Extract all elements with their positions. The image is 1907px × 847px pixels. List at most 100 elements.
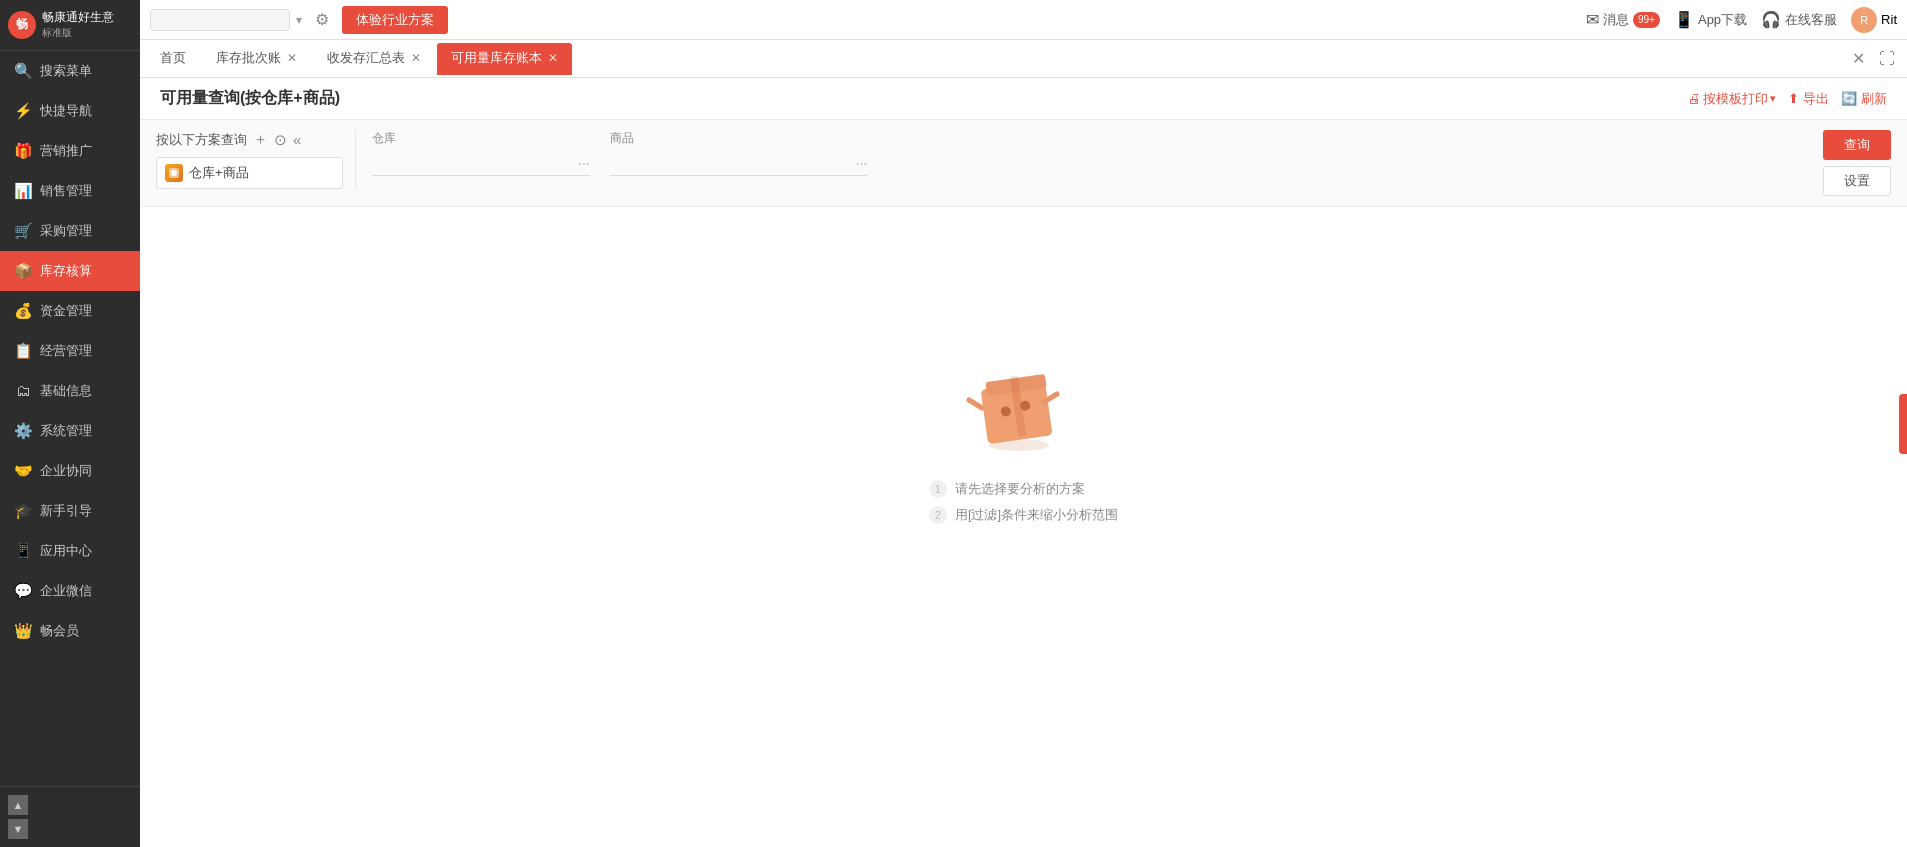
hint-num-1: 1 — [929, 480, 947, 498]
topbar-search-box[interactable] — [150, 9, 290, 31]
tabbar-close-icon[interactable]: ✕ — [1846, 45, 1871, 72]
sidebar-item-inventory[interactable]: 📦 库存核算 — [0, 251, 140, 291]
filter-area: 按以下方案查询 ＋ ⊙ « 仓库+商品 仓库 ··· — [140, 120, 1907, 207]
refresh-label: 刷新 — [1861, 90, 1887, 108]
warehouse-input[interactable] — [372, 156, 572, 171]
goods-label: 商品 — [610, 130, 868, 147]
tab-batch-close[interactable]: ✕ — [287, 51, 297, 65]
sidebar-item-marketing[interactable]: 🎁 营销推广 — [0, 131, 140, 171]
gear-icon[interactable]: ⚙ — [308, 6, 336, 34]
sidebar-item-finance[interactable]: 💰 资金管理 — [0, 291, 140, 331]
enterprise-nav-icon: 🤝 — [14, 462, 32, 480]
hint-num-2: 2 — [929, 506, 947, 524]
sidebar-item-basicinfo[interactable]: 🗂 基础信息 — [0, 371, 140, 411]
sidebar-edition: 标准版 — [42, 26, 114, 40]
scheme-option-icon — [165, 164, 183, 182]
sidebar-item-operations[interactable]: 📋 经营管理 — [0, 331, 140, 371]
filter-actions: 查询 设置 — [1823, 130, 1891, 196]
sidebar-item-system[interactable]: ⚙️ 系统管理 — [0, 411, 140, 451]
scheme-option-warehouse-goods[interactable]: 仓库+商品 — [156, 157, 343, 189]
vip-nav-icon: 👑 — [14, 622, 32, 640]
sidebar-item-search[interactable]: 🔍 搜索菜单 — [0, 51, 140, 91]
sidebar-item-wechat[interactable]: 💬 企业微信 — [0, 571, 140, 611]
finance-nav-icon: 💰 — [14, 302, 32, 320]
search-nav-icon: 🔍 — [14, 62, 32, 80]
export-button[interactable]: ⬆ 导出 — [1788, 90, 1829, 108]
phone-icon: 📱 — [1674, 10, 1694, 29]
export-icon: ⬆ — [1788, 91, 1799, 106]
page-title: 可用量查询(按仓库+商品) — [160, 88, 340, 109]
sidebar-item-vip[interactable]: 👑 畅会员 — [0, 611, 140, 651]
main-area: ▾ ⚙ 体验行业方案 ✉ 消息 99+ 📱 App下载 🎧 在线客服 R Rit — [140, 0, 1907, 847]
empty-illustration — [964, 340, 1084, 460]
page-header-actions: 🖨 按模板打印 ▾ ⬆ 导出 🔄 刷新 — [1688, 90, 1887, 108]
tab-summary[interactable]: 收发存汇总表 ✕ — [313, 43, 435, 75]
sidebar-scroll-controls: ▲ ▼ — [0, 786, 140, 847]
scheme-option-label: 仓库+商品 — [189, 164, 249, 182]
online-service-button[interactable]: 🎧 在线客服 — [1761, 10, 1837, 29]
message-button[interactable]: ✉ 消息 99+ — [1586, 10, 1660, 29]
goods-more-icon[interactable]: ··· — [856, 155, 868, 171]
settings-button[interactable]: 设置 — [1823, 166, 1891, 196]
tab-summary-close[interactable]: ✕ — [411, 51, 421, 65]
sidebar-nav: 🔍 搜索菜单 ⚡ 快捷导航 🎁 营销推广 📊 销售管理 🛒 采购管理 📦 库存核… — [0, 51, 140, 786]
tab-batch[interactable]: 库存批次账 ✕ — [202, 43, 311, 75]
sidebar-item-appcenter[interactable]: 📱 应用中心 — [0, 531, 140, 571]
sidebar-item-label-search: 搜索菜单 — [40, 62, 92, 80]
operations-nav-icon: 📋 — [14, 342, 32, 360]
sidebar-item-enterprise[interactable]: 🤝 企业协同 — [0, 451, 140, 491]
app-download-button[interactable]: 📱 App下载 — [1674, 10, 1747, 29]
user-menu[interactable]: R Rit — [1851, 7, 1897, 33]
sidebar-title-block: 畅康通好生意 标准版 — [42, 10, 114, 40]
sidebar-item-label-enterprise: 企业协同 — [40, 462, 92, 480]
empty-hints: 1 请先选择要分析的方案 2 用[过滤]条件来缩小分析范围 — [929, 480, 1118, 524]
query-button[interactable]: 查询 — [1823, 130, 1891, 160]
sidebar-item-label-marketing: 营销推广 — [40, 142, 92, 160]
search-dropdown-icon[interactable]: ▾ — [296, 13, 302, 27]
page-header: 可用量查询(按仓库+商品) 🖨 按模板打印 ▾ ⬆ 导出 🔄 刷新 — [140, 78, 1907, 120]
industry-solution-button[interactable]: 体验行业方案 — [342, 6, 448, 34]
search-input[interactable] — [159, 13, 259, 27]
sidebar-item-purchase[interactable]: 🛒 采购管理 — [0, 211, 140, 251]
scheme-settings-icon[interactable]: ⊙ — [274, 131, 287, 149]
goods-input[interactable] — [610, 156, 850, 171]
purchase-nav-icon: 🛒 — [14, 222, 32, 240]
sidebar-title: 畅康通好生意 — [42, 10, 114, 26]
filter-scheme-label: 按以下方案查询 — [156, 131, 247, 149]
sidebar-item-label-basicinfo: 基础信息 — [40, 382, 92, 400]
topbar-actions: ✉ 消息 99+ 📱 App下载 🎧 在线客服 R Rit — [1586, 7, 1897, 33]
tab-available[interactable]: 可用量库存账本 ✕ — [437, 43, 572, 75]
wechat-nav-icon: 💬 — [14, 582, 32, 600]
app-download-label: App下载 — [1698, 11, 1747, 29]
print-button[interactable]: 🖨 按模板打印 ▾ — [1688, 90, 1776, 108]
tab-available-close[interactable]: ✕ — [548, 51, 558, 65]
sidebar-logo: 畅 — [8, 11, 36, 39]
warehouse-more-icon[interactable]: ··· — [578, 155, 590, 171]
empty-hint-1: 1 请先选择要分析的方案 — [929, 480, 1118, 498]
print-icon: 🖨 — [1688, 91, 1701, 106]
page-content: 可用量查询(按仓库+商品) 🖨 按模板打印 ▾ ⬆ 导出 🔄 刷新 — [140, 78, 1907, 847]
tab-home[interactable]: 首页 — [146, 43, 200, 75]
refresh-button[interactable]: 🔄 刷新 — [1841, 90, 1887, 108]
sidebar-item-label-newuser: 新手引导 — [40, 502, 92, 520]
inventory-nav-icon: 📦 — [14, 262, 32, 280]
sidebar-item-newuser[interactable]: 🎓 新手引导 — [0, 491, 140, 531]
sidebar-scroll-down[interactable]: ▼ — [8, 819, 28, 839]
topbar: ▾ ⚙ 体验行业方案 ✉ 消息 99+ 📱 App下载 🎧 在线客服 R Rit — [140, 0, 1907, 40]
tabbar: 首页 库存批次账 ✕ 收发存汇总表 ✕ 可用量库存账本 ✕ ✕ ⛶ — [140, 40, 1907, 78]
sidebar-item-label-sales: 销售管理 — [40, 182, 92, 200]
message-label: 消息 — [1603, 11, 1629, 29]
appcenter-nav-icon: 📱 — [14, 542, 32, 560]
shortcut-nav-icon: ⚡ — [14, 102, 32, 120]
scheme-collapse-icon[interactable]: « — [293, 131, 301, 148]
system-nav-icon: ⚙️ — [14, 422, 32, 440]
right-scroll-handle[interactable] — [1899, 394, 1907, 454]
add-scheme-icon[interactable]: ＋ — [253, 130, 268, 149]
sidebar-item-sales[interactable]: 📊 销售管理 — [0, 171, 140, 211]
tabbar-expand-icon[interactable]: ⛶ — [1873, 46, 1901, 72]
sidebar-item-shortcut[interactable]: ⚡ 快捷导航 — [0, 91, 140, 131]
sidebar-scroll-up[interactable]: ▲ — [8, 795, 28, 815]
sidebar-item-label-wechat: 企业微信 — [40, 582, 92, 600]
filter-fields: 仓库 ··· 商品 ··· 查询 设置 — [372, 130, 1891, 196]
warehouse-label: 仓库 — [372, 130, 590, 147]
